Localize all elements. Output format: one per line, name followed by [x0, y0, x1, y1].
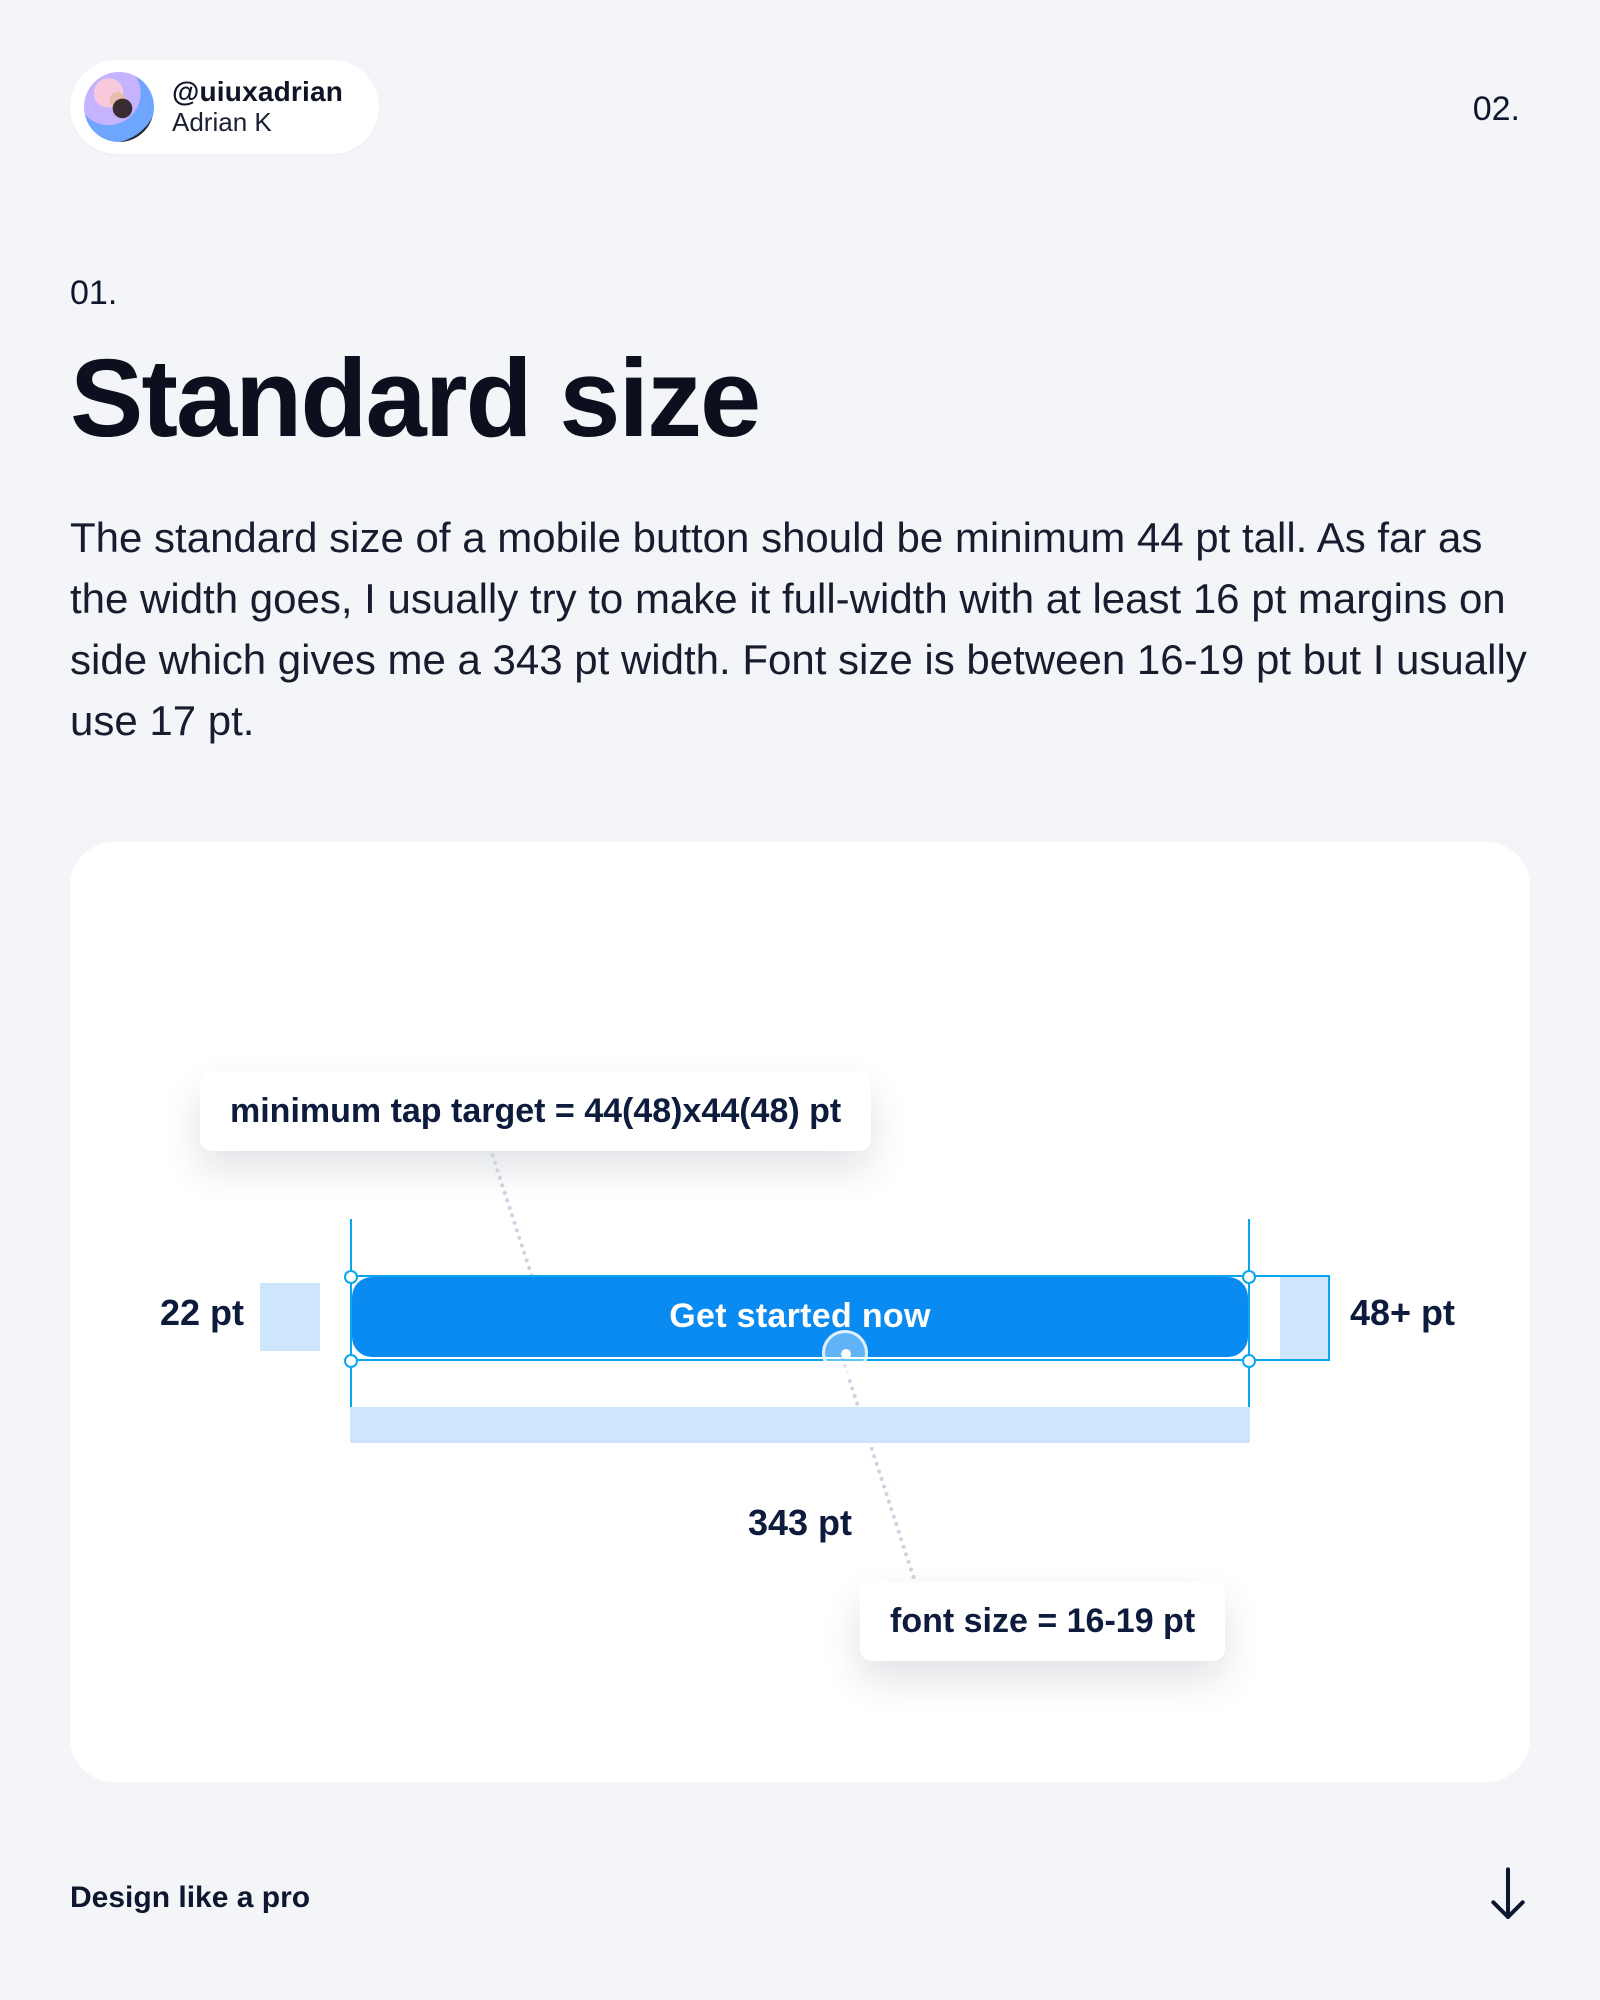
annotation-tap-target: minimum tap target = 44(48)x44(48) pt — [200, 1072, 871, 1151]
width-swatch-bottom — [350, 1407, 1250, 1443]
label-left-margin: 22 pt — [160, 1292, 244, 1334]
page-title: Standard size — [70, 335, 1530, 462]
margin-swatch-left — [260, 1283, 320, 1351]
arrow-down-icon — [1486, 1865, 1530, 1930]
avatar — [84, 72, 154, 142]
diagram-card: minimum tap target = 44(48)x44(48) pt 22… — [70, 842, 1530, 1782]
body-text: The standard size of a mobile button sho… — [70, 508, 1530, 752]
footer-tagline: Design like a pro — [70, 1881, 310, 1915]
author-name: Adrian K — [172, 108, 343, 138]
author-handle: @uiuxadrian — [172, 76, 343, 108]
example-button[interactable]: Get started now — [352, 1277, 1248, 1357]
guide-cap — [344, 1270, 358, 1284]
guide-line — [1328, 1275, 1330, 1359]
section-index: 01. — [70, 274, 1530, 313]
height-swatch-right — [1280, 1275, 1330, 1359]
guide-cap — [1242, 1270, 1256, 1284]
annotation-font-size: font size = 16-19 pt — [860, 1582, 1225, 1661]
page-number: 02. — [1473, 90, 1520, 129]
label-width: 343 pt — [70, 1502, 1530, 1544]
label-height: 48+ pt — [1350, 1292, 1455, 1334]
guide-cap — [1242, 1354, 1256, 1368]
author-pill: @uiuxadrian Adrian K — [70, 60, 379, 154]
cursor-indicator — [822, 1330, 868, 1376]
guide-line — [1248, 1219, 1250, 1407]
guide-cap — [344, 1354, 358, 1368]
